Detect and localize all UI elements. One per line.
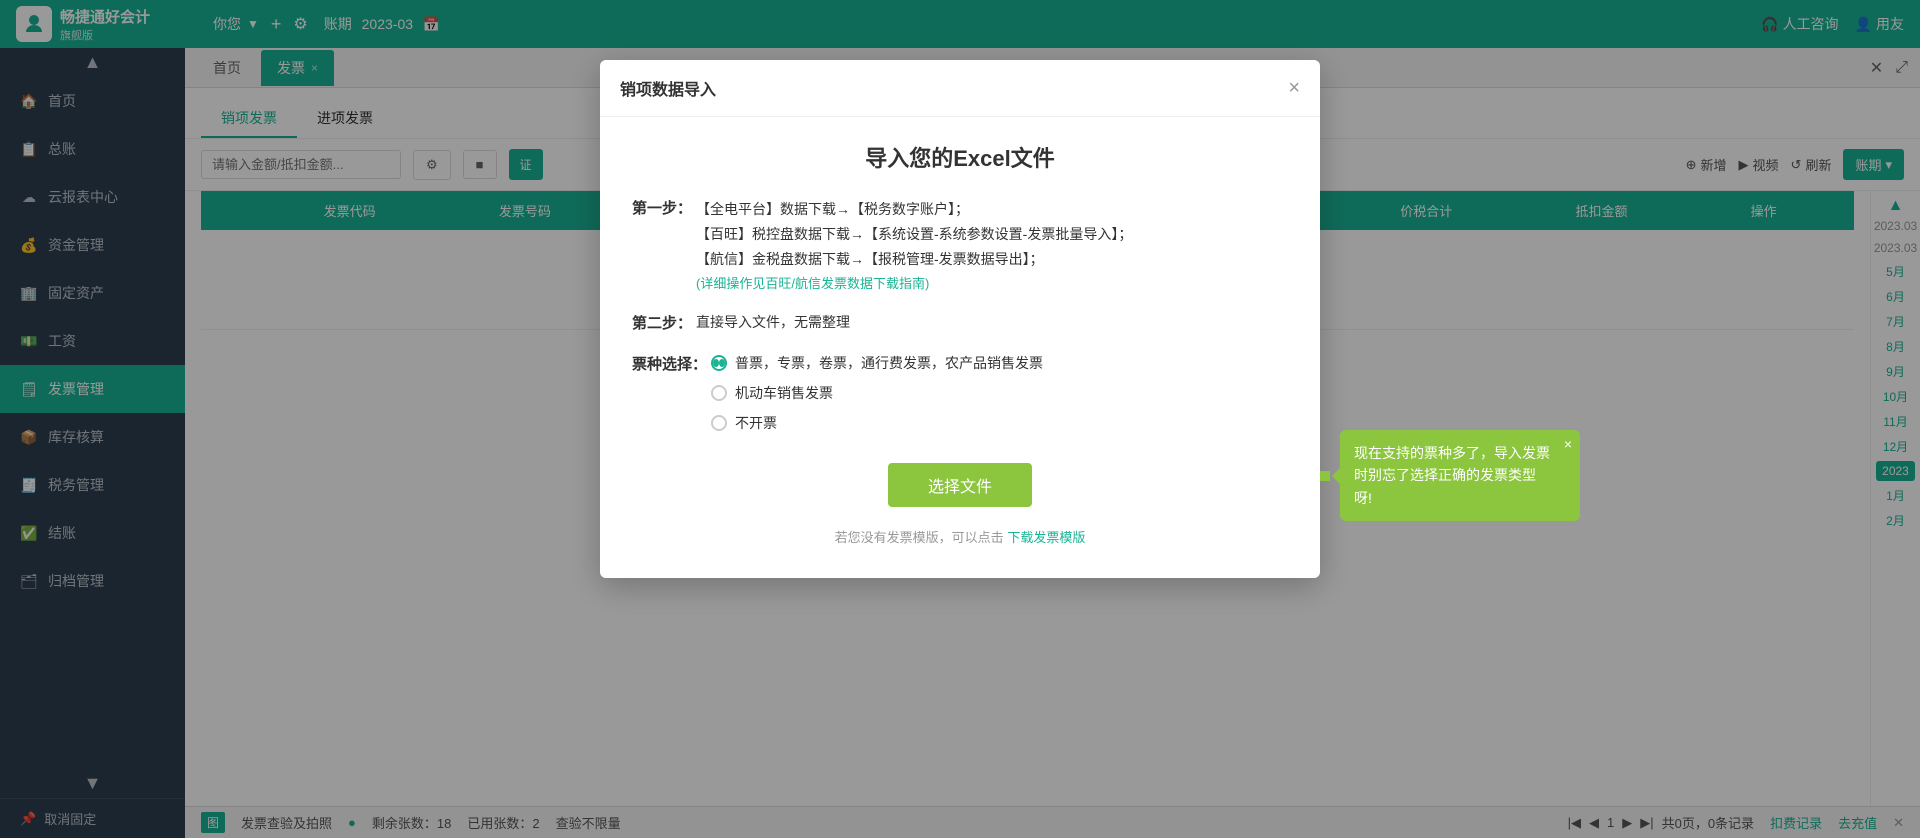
radio-label-1: 普票，专票，卷票，通行费发票，农产品销售发票 [735,353,1043,373]
tooltip-close-btn[interactable]: × [1564,436,1572,452]
tooltip-arrow [1332,468,1340,484]
import-modal: 销项数据导入 × 导入您的Excel文件 第一步： 【全电平台】数据下载→【税务… [600,60,1320,578]
radio-option-3[interactable]: 不开票 [711,413,1043,433]
step1: 第一步： 【全电平台】数据下载→【税务数字账户】； 【百旺】税控盘数据下载→【系… [632,197,1288,292]
modal-overlay: 销项数据导入 × 导入您的Excel文件 第一步： 【全电平台】数据下载→【税务… [185,48,1920,838]
radio-label-3: 不开票 [735,413,777,433]
guide-link[interactable]: (详细操作见百旺/航信发票数据下载指南) [696,276,929,291]
modal-header: 销项数据导入 × [600,60,1320,117]
step1-link[interactable]: (详细操作见百旺/航信发票数据下载指南) [696,273,1132,292]
step1-content: 【全电平台】数据下载→【税务数字账户】； 【百旺】税控盘数据下载→【系统设置-系… [696,197,1132,292]
tooltip-area: 现在支持的票种多了，导入发票时别忘了选择正确的发票类型呀! × [1320,430,1580,521]
radio-dot-1 [713,359,719,367]
radio-options: 普票，专票，卷票，通行费发票，农产品销售发票 机动车销售发票 [711,353,1043,443]
tooltip-text: 现在支持的票种多了，导入发票时别忘了选择正确的发票类型呀! [1354,445,1550,506]
radio-circle-3 [711,415,727,431]
modal-title: 销项数据导入 [620,76,716,100]
tooltip-dot [1320,471,1330,481]
modal-body: 导入您的Excel文件 第一步： 【全电平台】数据下载→【税务数字账户】； 【百… [600,117,1320,578]
radio-label: 票种选择： [632,353,707,374]
step1-line2: 【百旺】税控盘数据下载→【系统设置-系统参数设置-发票批量导入】； [696,222,1132,247]
modal-main-title: 导入您的Excel文件 [632,141,1288,173]
tooltip-bubble: 现在支持的票种多了，导入发票时别忘了选择正确的发票类型呀! × [1340,430,1580,521]
download-template-link[interactable]: 下载发票模版 [1007,530,1085,545]
select-file-area: 选择文件 [632,463,1288,507]
content-area: 首页 发票 × ✕ ⤢ 销项发票 进项发票 ⚙ ■ 证 [185,48,1920,838]
radio-option-1[interactable]: 普票，专票，卷票，通行费发票，农产品销售发票 [711,353,1043,373]
radio-label-2: 机动车销售发票 [735,383,833,403]
radio-option-2[interactable]: 机动车销售发票 [711,383,1043,403]
radio-group: 票种选择： 普票，专票，卷票，通行费发票，农产品销售发票 [632,353,1288,443]
modal-footer-text: 若您没有发票模版，可以点击 下载发票模版 [632,527,1288,554]
radio-circle-2 [711,385,727,401]
step1-label: 第一步： [632,197,692,218]
step1-row: 第一步： 【全电平台】数据下载→【税务数字账户】； 【百旺】税控盘数据下载→【系… [632,197,1288,292]
step1-line3: 【航信】金税盘数据下载→【报税管理-发票数据导出】； [696,247,1132,272]
step2-row: 第二步： 直接导入文件，无需整理 [632,312,1288,333]
step2: 第二步： 直接导入文件，无需整理 [632,312,1288,333]
step2-content: 直接导入文件，无需整理 [696,312,850,332]
step2-label: 第二步： [632,312,692,333]
select-file-btn[interactable]: 选择文件 [888,463,1032,507]
footer-static-text: 若您没有发票模版，可以点击 [835,530,1004,545]
main-layout: ▲ 🏠 首页 📋 总账 ☁ 云报表中心 💰 资金管理 🏢 固定资产 [0,48,1920,838]
radio-circle-1 [711,355,727,371]
modal-close-btn[interactable]: × [1288,78,1300,98]
radio-group-row: 票种选择： 普票，专票，卷票，通行费发票，农产品销售发票 [632,353,1288,443]
step1-line1: 【全电平台】数据下载→【税务数字账户】； [696,197,1132,222]
